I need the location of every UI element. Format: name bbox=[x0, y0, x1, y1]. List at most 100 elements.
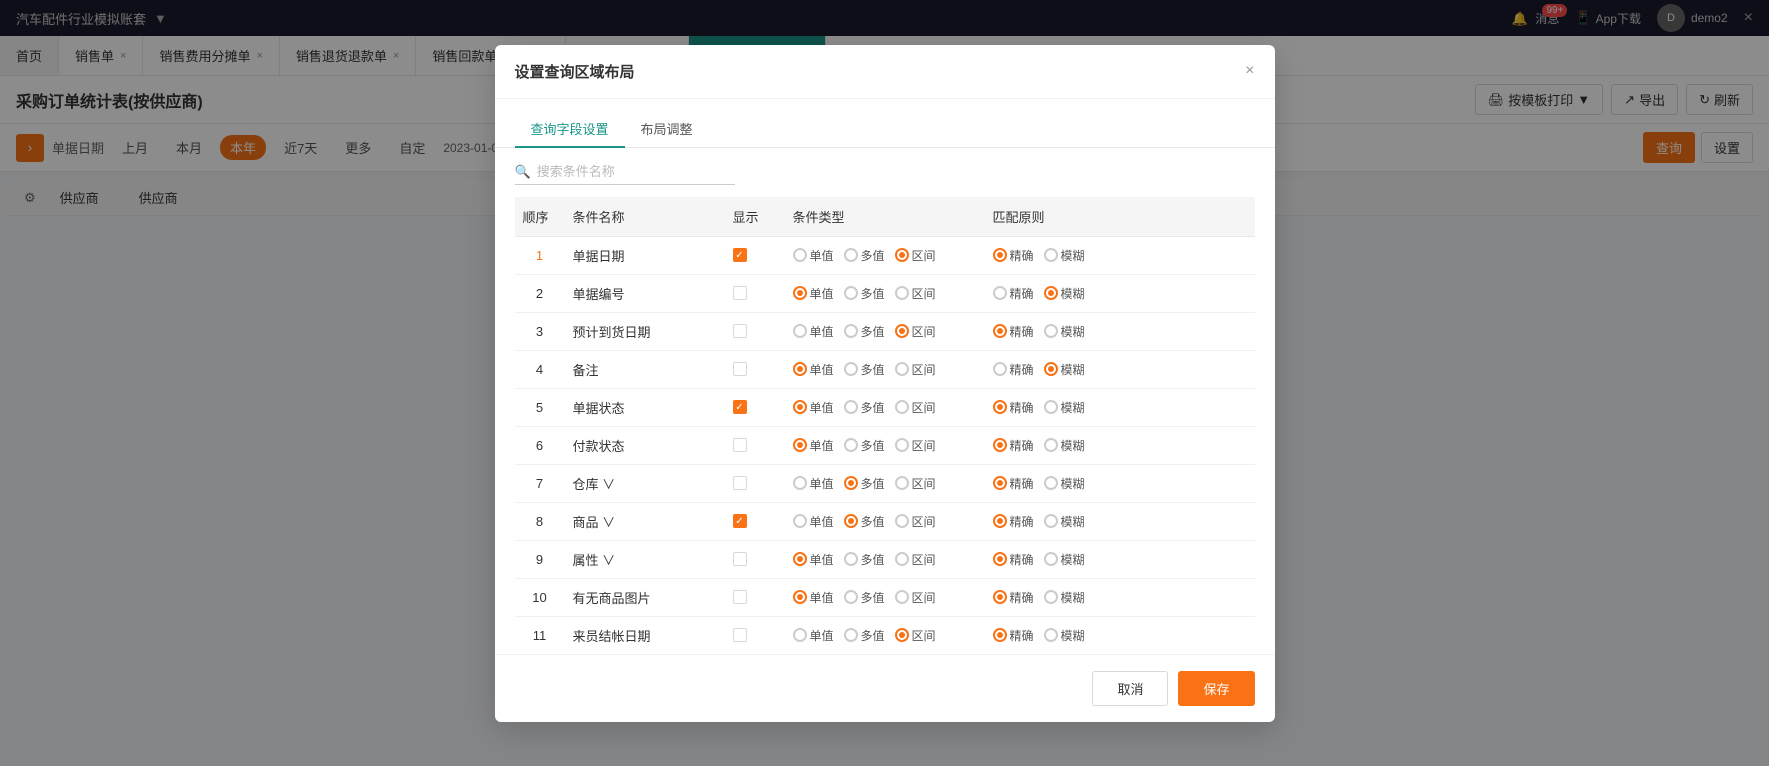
match-radio-模糊[interactable]: 模糊 bbox=[1044, 247, 1085, 264]
type-radio-单值[interactable]: 单值 bbox=[793, 513, 834, 530]
match-radio-精确[interactable]: 精确 bbox=[993, 247, 1034, 264]
display-checkbox[interactable]: ✓ bbox=[733, 400, 747, 414]
type-radio-单值[interactable]: 单值 bbox=[793, 627, 834, 644]
dialog-close-button[interactable]: × bbox=[1245, 62, 1254, 80]
col-order: 顺序 bbox=[515, 197, 565, 237]
row-type: 单值多值区间 bbox=[785, 388, 985, 426]
match-radio-模糊[interactable]: 模糊 bbox=[1044, 399, 1085, 416]
display-checkbox[interactable] bbox=[733, 324, 747, 338]
type-radio-多值[interactable]: 多值 bbox=[844, 513, 885, 530]
type-radio-区间[interactable]: 区间 bbox=[895, 437, 936, 454]
save-button[interactable]: 保存 bbox=[1178, 671, 1254, 706]
match-radio-模糊[interactable]: 模糊 bbox=[1044, 437, 1085, 454]
row-order: 5 bbox=[515, 388, 565, 426]
match-radio-模糊[interactable]: 模糊 bbox=[1044, 513, 1085, 530]
row-order: 1 bbox=[515, 236, 565, 274]
match-radio-精确[interactable]: 精确 bbox=[993, 437, 1034, 454]
table-row: 9属性 ∨单值多值区间精确模糊 bbox=[515, 540, 1255, 578]
match-radio-模糊[interactable]: 模糊 bbox=[1044, 475, 1085, 492]
match-radio-精确[interactable]: 精确 bbox=[993, 513, 1034, 530]
type-radio-单值[interactable]: 单值 bbox=[793, 361, 834, 378]
type-radio-多值[interactable]: 多值 bbox=[844, 551, 885, 568]
type-radio-区间[interactable]: 区间 bbox=[895, 475, 936, 492]
type-radio-多值[interactable]: 多值 bbox=[844, 475, 885, 492]
settings-dialog: 设置查询区域布局 × 查询字段设置 布局调整 🔍 bbox=[495, 45, 1275, 722]
type-radio-区间[interactable]: 区间 bbox=[895, 513, 936, 530]
row-display bbox=[725, 540, 785, 578]
type-radio-多值[interactable]: 多值 bbox=[844, 247, 885, 264]
match-radio-精确[interactable]: 精确 bbox=[993, 323, 1034, 340]
display-checkbox[interactable]: ✓ bbox=[733, 248, 747, 262]
display-checkbox[interactable] bbox=[733, 590, 747, 604]
row-name: 商品 ∨ bbox=[565, 502, 725, 540]
match-radio-模糊[interactable]: 模糊 bbox=[1044, 589, 1085, 606]
type-radio-单值[interactable]: 单值 bbox=[793, 589, 834, 606]
dialog-header: 设置查询区域布局 × bbox=[495, 45, 1275, 99]
type-radio-区间[interactable]: 区间 bbox=[895, 247, 936, 264]
type-radio-区间[interactable]: 区间 bbox=[895, 627, 936, 644]
display-checkbox[interactable] bbox=[733, 552, 747, 566]
row-name: 有无商品图片 bbox=[565, 578, 725, 616]
type-radio-单值[interactable]: 单值 bbox=[793, 437, 834, 454]
row-display bbox=[725, 616, 785, 654]
table-row: 11来员结帐日期单值多值区间精确模糊 bbox=[515, 616, 1255, 654]
type-radio-多值[interactable]: 多值 bbox=[844, 285, 885, 302]
dialog-search-area: 🔍 bbox=[495, 148, 1275, 197]
type-radio-多值[interactable]: 多值 bbox=[844, 361, 885, 378]
type-radio-单值[interactable]: 单值 bbox=[793, 323, 834, 340]
row-match: 精确模糊 bbox=[985, 350, 1255, 388]
match-radio-精确[interactable]: 精确 bbox=[993, 361, 1034, 378]
type-radio-多值[interactable]: 多值 bbox=[844, 627, 885, 644]
search-input[interactable] bbox=[537, 164, 735, 179]
match-radio-模糊[interactable]: 模糊 bbox=[1044, 323, 1085, 340]
type-radio-区间[interactable]: 区间 bbox=[895, 589, 936, 606]
type-radio-多值[interactable]: 多值 bbox=[844, 323, 885, 340]
display-checkbox[interactable] bbox=[733, 362, 747, 376]
match-radio-模糊[interactable]: 模糊 bbox=[1044, 627, 1085, 644]
match-radio-精确[interactable]: 精确 bbox=[993, 551, 1034, 568]
row-name: 预计到货日期 bbox=[565, 312, 725, 350]
table-row: 7仓库 ∨单值多值区间精确模糊 bbox=[515, 464, 1255, 502]
row-display bbox=[725, 274, 785, 312]
type-radio-单值[interactable]: 单值 bbox=[793, 247, 834, 264]
type-radio-区间[interactable]: 区间 bbox=[895, 399, 936, 416]
type-radio-单值[interactable]: 单值 bbox=[793, 285, 834, 302]
display-checkbox[interactable] bbox=[733, 438, 747, 452]
display-checkbox[interactable] bbox=[733, 476, 747, 490]
row-order: 7 bbox=[515, 464, 565, 502]
match-radio-精确[interactable]: 精确 bbox=[993, 399, 1034, 416]
display-checkbox[interactable] bbox=[733, 628, 747, 642]
table-header: 顺序 条件名称 显示 条件类型 匹配原则 bbox=[515, 197, 1255, 237]
match-radio-精确[interactable]: 精确 bbox=[993, 589, 1034, 606]
type-radio-区间[interactable]: 区间 bbox=[895, 285, 936, 302]
row-name: 单据状态 bbox=[565, 388, 725, 426]
row-match: 精确模糊 bbox=[985, 540, 1255, 578]
match-radio-精确[interactable]: 精确 bbox=[993, 627, 1034, 644]
match-radio-精确[interactable]: 精确 bbox=[993, 475, 1034, 492]
cancel-button[interactable]: 取消 bbox=[1092, 671, 1168, 706]
type-radio-多值[interactable]: 多值 bbox=[844, 399, 885, 416]
match-radio-模糊[interactable]: 模糊 bbox=[1044, 551, 1085, 568]
type-radio-单值[interactable]: 单值 bbox=[793, 551, 834, 568]
type-radio-单值[interactable]: 单值 bbox=[793, 399, 834, 416]
type-radio-区间[interactable]: 区间 bbox=[895, 361, 936, 378]
type-radio-多值[interactable]: 多值 bbox=[844, 437, 885, 454]
row-display bbox=[725, 426, 785, 464]
type-radio-单值[interactable]: 单值 bbox=[793, 475, 834, 492]
col-display: 显示 bbox=[725, 197, 785, 237]
dialog-tab-layout[interactable]: 布局调整 bbox=[625, 111, 709, 148]
display-checkbox[interactable] bbox=[733, 286, 747, 300]
dialog-tab-layout-label: 布局调整 bbox=[641, 122, 693, 137]
match-radio-模糊[interactable]: 模糊 bbox=[1044, 285, 1085, 302]
table-row: 8商品 ∨✓单值多值区间精确模糊 bbox=[515, 502, 1255, 540]
type-radio-多值[interactable]: 多值 bbox=[844, 589, 885, 606]
type-radio-区间[interactable]: 区间 bbox=[895, 323, 936, 340]
match-radio-模糊[interactable]: 模糊 bbox=[1044, 361, 1085, 378]
row-match: 精确模糊 bbox=[985, 312, 1255, 350]
row-type: 单值多值区间 bbox=[785, 426, 985, 464]
display-checkbox[interactable]: ✓ bbox=[733, 514, 747, 528]
dialog-tab-query-fields[interactable]: 查询字段设置 bbox=[515, 111, 625, 148]
match-radio-精确[interactable]: 精确 bbox=[993, 285, 1034, 302]
type-radio-区间[interactable]: 区间 bbox=[895, 551, 936, 568]
col-type: 条件类型 bbox=[785, 197, 985, 237]
